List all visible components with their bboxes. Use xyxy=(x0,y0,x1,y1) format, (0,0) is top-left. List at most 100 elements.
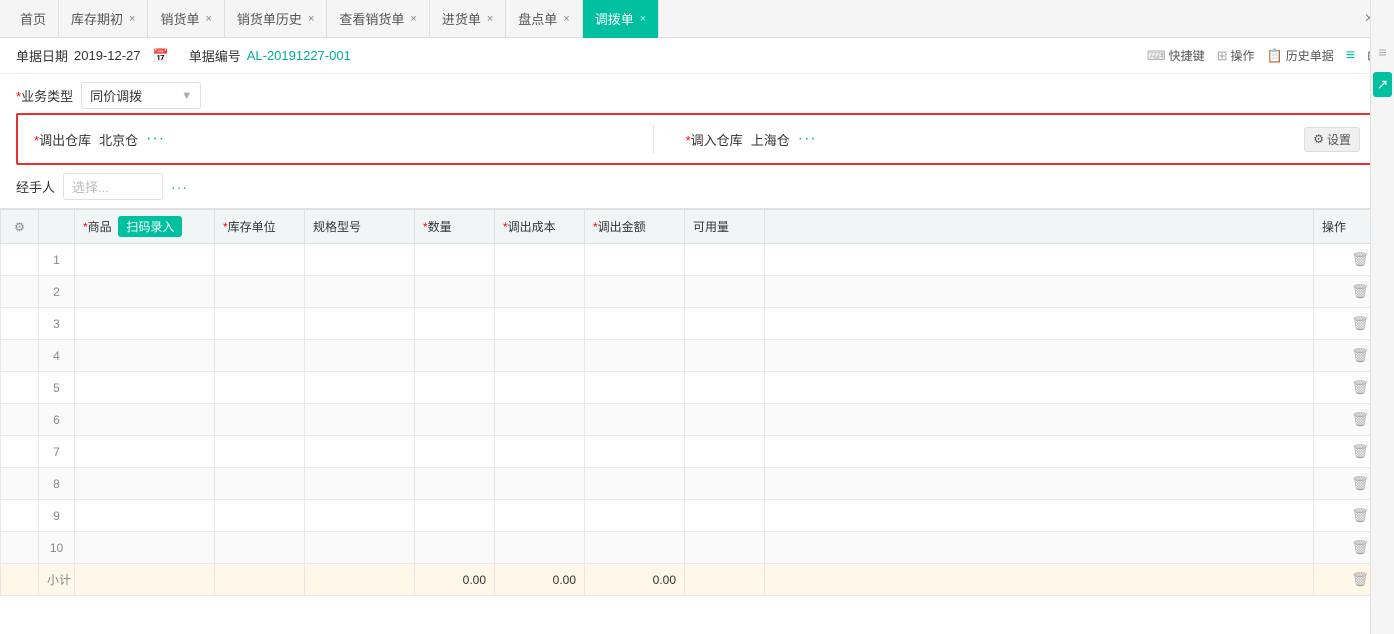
list-view-btn[interactable]: ≡ xyxy=(1346,47,1355,65)
tab-close-view-sales[interactable]: × xyxy=(410,13,416,25)
row-delete-btn[interactable]: 🗑 xyxy=(1351,539,1369,556)
row-qty-cell[interactable] xyxy=(415,404,495,436)
handler-select[interactable]: 选择... xyxy=(63,173,163,200)
row-goods-cell[interactable] xyxy=(75,308,215,340)
business-type-select[interactable]: 同价调拨 ▼ xyxy=(81,82,201,109)
row-spec-cell[interactable] xyxy=(305,244,415,276)
tab-close-sales-history[interactable]: × xyxy=(308,13,314,25)
tab-home[interactable]: 首页 xyxy=(8,0,59,38)
row-spec-cell[interactable] xyxy=(305,372,415,404)
row-cost-cell[interactable] xyxy=(495,340,585,372)
row-unit-cell[interactable] xyxy=(215,404,305,436)
panel-export-icon[interactable]: ↗ xyxy=(1373,72,1393,97)
row-cost-cell[interactable] xyxy=(495,500,585,532)
row-delete-btn[interactable]: 🗑 xyxy=(1351,251,1369,268)
scan-btn[interactable]: 扫码录入 xyxy=(118,216,182,237)
row-goods-cell[interactable] xyxy=(75,532,215,564)
row-amount-cell[interactable] xyxy=(585,468,685,500)
operation-btn[interactable]: ⊞ 操作 xyxy=(1217,47,1255,64)
in-warehouse-dots-btn[interactable]: ··· xyxy=(798,130,817,148)
row-amount-cell[interactable] xyxy=(585,276,685,308)
row-cost-cell[interactable] xyxy=(495,308,585,340)
row-qty-cell[interactable] xyxy=(415,500,495,532)
tab-transfer[interactable]: 调拨单 × xyxy=(583,0,659,38)
row-qty-cell[interactable] xyxy=(415,468,495,500)
row-spec-cell[interactable] xyxy=(305,276,415,308)
row-delete-btn[interactable]: 🗑 xyxy=(1351,347,1369,364)
row-amount-cell[interactable] xyxy=(585,500,685,532)
tab-close-transfer[interactable]: × xyxy=(640,13,646,25)
row-spec-cell[interactable] xyxy=(305,436,415,468)
row-unit-cell[interactable] xyxy=(215,500,305,532)
handler-dots-btn[interactable]: ··· xyxy=(171,179,188,195)
tab-sales-order[interactable]: 销货单 × xyxy=(148,0,224,38)
row-spec-cell[interactable] xyxy=(305,308,415,340)
row-cost-cell[interactable] xyxy=(495,372,585,404)
row-amount-cell[interactable] xyxy=(585,372,685,404)
row-amount-cell[interactable] xyxy=(585,308,685,340)
row-unit-cell[interactable] xyxy=(215,372,305,404)
row-cost-cell[interactable] xyxy=(495,532,585,564)
row-cost-cell[interactable] xyxy=(495,244,585,276)
row-goods-cell[interactable] xyxy=(75,276,215,308)
tab-close-purchase[interactable]: × xyxy=(487,13,493,25)
tab-close-inventory[interactable]: × xyxy=(563,13,569,25)
row-goods-cell[interactable] xyxy=(75,404,215,436)
tab-inventory[interactable]: 盘点单 × xyxy=(506,0,582,38)
row-unit-cell[interactable] xyxy=(215,244,305,276)
row-unit-cell[interactable] xyxy=(215,532,305,564)
tab-close-inventory-init[interactable]: × xyxy=(129,13,135,25)
tab-sales-history[interactable]: 销货单历史 × xyxy=(225,0,327,38)
row-spec-cell[interactable] xyxy=(305,340,415,372)
row-qty-cell[interactable] xyxy=(415,372,495,404)
row-amount-cell[interactable] xyxy=(585,532,685,564)
row-amount-cell[interactable] xyxy=(585,340,685,372)
shortcut-btn[interactable]: ⌨ 快捷键 xyxy=(1147,47,1205,64)
tab-inventory-init[interactable]: 库存期初 × xyxy=(59,0,148,38)
tab-view-sales[interactable]: 查看销货单 × xyxy=(327,0,429,38)
history-btn[interactable]: 📋 历史单据 xyxy=(1267,47,1334,64)
row-delete-btn[interactable]: 🗑 xyxy=(1351,283,1369,300)
out-warehouse-dots-btn[interactable]: ··· xyxy=(146,130,165,148)
tab-close-sales-order[interactable]: × xyxy=(205,13,211,25)
row-goods-cell[interactable] xyxy=(75,468,215,500)
row-delete-btn[interactable]: 🗑 xyxy=(1351,379,1369,396)
row-delete-btn[interactable]: 🗑 xyxy=(1351,475,1369,492)
row-spec-cell[interactable] xyxy=(305,532,415,564)
row-goods-cell[interactable] xyxy=(75,436,215,468)
row-spec-cell[interactable] xyxy=(305,404,415,436)
row-cost-cell[interactable] xyxy=(495,404,585,436)
row-amount-cell[interactable] xyxy=(585,404,685,436)
row-spec-cell[interactable] xyxy=(305,468,415,500)
row-spec-cell[interactable] xyxy=(305,500,415,532)
row-qty-cell[interactable] xyxy=(415,436,495,468)
row-unit-cell[interactable] xyxy=(215,276,305,308)
row-delete-btn[interactable]: 🗑 xyxy=(1351,507,1369,524)
row-amount-cell[interactable] xyxy=(585,436,685,468)
row-goods-cell[interactable] xyxy=(75,500,215,532)
row-amount-cell[interactable] xyxy=(585,244,685,276)
row-delete-btn[interactable]: 🗑 xyxy=(1351,443,1369,460)
row-cost-cell[interactable] xyxy=(495,436,585,468)
row-unit-cell[interactable] xyxy=(215,468,305,500)
row-goods-cell[interactable] xyxy=(75,372,215,404)
row-cost-cell[interactable] xyxy=(495,468,585,500)
row-qty-cell[interactable] xyxy=(415,308,495,340)
row-qty-cell[interactable] xyxy=(415,244,495,276)
row-qty-cell[interactable] xyxy=(415,340,495,372)
panel-list-icon[interactable]: ≡ xyxy=(1374,40,1390,64)
row-goods-cell[interactable] xyxy=(75,244,215,276)
row-unit-cell[interactable] xyxy=(215,308,305,340)
row-delete-btn[interactable]: 🗑 xyxy=(1351,571,1369,588)
row-unit-cell[interactable] xyxy=(215,340,305,372)
row-qty-cell[interactable] xyxy=(415,276,495,308)
warehouse-settings-btn[interactable]: ⚙ 设置 xyxy=(1304,127,1360,152)
row-cost-cell[interactable] xyxy=(495,276,585,308)
row-unit-cell[interactable] xyxy=(215,436,305,468)
row-delete-btn[interactable]: 🗑 xyxy=(1351,315,1369,332)
row-delete-btn[interactable]: 🗑 xyxy=(1351,411,1369,428)
calendar-icon[interactable]: 📅 xyxy=(153,48,169,64)
gear-header-icon[interactable]: ⚙ xyxy=(14,220,25,234)
row-qty-cell[interactable] xyxy=(415,532,495,564)
tab-purchase[interactable]: 进货单 × xyxy=(430,0,506,38)
